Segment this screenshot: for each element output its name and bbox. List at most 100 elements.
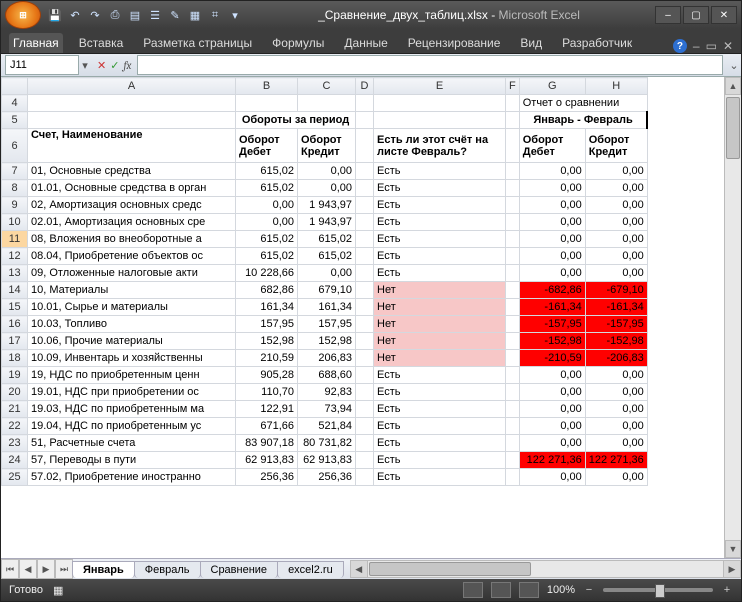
cell[interactable]: 206,83 <box>298 350 356 367</box>
cell[interactable]: 615,02 <box>236 163 298 180</box>
cell[interactable]: 09, Отложенные налоговые акти <box>28 265 236 282</box>
cell[interactable]: 73,94 <box>298 401 356 418</box>
cell[interactable]: 0,00 <box>519 435 585 452</box>
grid[interactable]: A B C D E F G H 4 Отчет о сравнении 5 Об… <box>1 77 648 486</box>
mdi-minimize-icon[interactable]: – <box>693 39 700 53</box>
cell[interactable]: Нет <box>374 316 506 333</box>
fx-icon[interactable]: fx <box>123 59 131 72</box>
cell[interactable]: 83 907,18 <box>236 435 298 452</box>
cell[interactable]: 0,00 <box>519 248 585 265</box>
cell[interactable]: 0,00 <box>585 163 647 180</box>
cell[interactable] <box>356 163 374 180</box>
row-header[interactable]: 7 <box>2 163 28 180</box>
cell[interactable]: Есть <box>374 469 506 486</box>
cell[interactable]: -157,95 <box>585 316 647 333</box>
cell[interactable]: 157,95 <box>298 316 356 333</box>
col-header[interactable]: B <box>236 78 298 95</box>
cell[interactable]: 0,00 <box>519 418 585 435</box>
cell[interactable]: Оборот Дебет <box>236 129 298 163</box>
name-box[interactable]: J11 <box>5 55 79 75</box>
cell[interactable]: 0,00 <box>519 180 585 197</box>
cell[interactable] <box>356 401 374 418</box>
zoom-out-icon[interactable]: − <box>583 584 595 596</box>
cell[interactable]: 0,00 <box>519 163 585 180</box>
cell[interactable]: 0,00 <box>585 214 647 231</box>
cell[interactable]: 51, Расчетные счета <box>28 435 236 452</box>
ribbon-tab[interactable]: Формулы <box>268 33 328 53</box>
qat-icon[interactable]: ✎ <box>167 7 183 23</box>
row-header[interactable]: 20 <box>2 384 28 401</box>
cell[interactable]: 57, Переводы в пути <box>28 452 236 469</box>
next-sheet-icon[interactable]: ▶ <box>37 559 55 579</box>
vertical-scrollbar[interactable]: ▲ ▼ <box>724 77 741 558</box>
cell[interactable]: 02, Амортизация основных средс <box>28 197 236 214</box>
save-icon[interactable]: 💾 <box>47 7 63 23</box>
redo-icon[interactable]: ↷ <box>87 7 103 23</box>
cell[interactable]: 682,86 <box>236 282 298 299</box>
cell[interactable] <box>506 231 520 248</box>
cell[interactable]: 679,10 <box>298 282 356 299</box>
row-header[interactable]: 24 <box>2 452 28 469</box>
cell[interactable] <box>356 316 374 333</box>
cell[interactable] <box>356 367 374 384</box>
cell[interactable]: 01.01, Основные средства в орган <box>28 180 236 197</box>
cell[interactable]: 0,00 <box>585 435 647 452</box>
close-button[interactable]: ✕ <box>711 6 737 24</box>
cell[interactable]: 161,34 <box>298 299 356 316</box>
cell[interactable] <box>356 299 374 316</box>
row-header[interactable]: 4 <box>2 95 28 112</box>
office-button[interactable]: ⊞ <box>5 1 41 29</box>
zoom-level[interactable]: 100% <box>547 584 575 596</box>
cell[interactable]: 161,34 <box>236 299 298 316</box>
col-header[interactable]: F <box>506 78 520 95</box>
cell[interactable] <box>506 197 520 214</box>
mdi-restore-icon[interactable]: ▭ <box>706 39 717 53</box>
cell[interactable]: Нет <box>374 333 506 350</box>
cell[interactable]: 0,00 <box>585 197 647 214</box>
cell[interactable]: 1 943,97 <box>298 197 356 214</box>
row-header[interactable]: 11 <box>2 231 28 248</box>
qat-more-icon[interactable]: ▾ <box>227 7 243 23</box>
row-header[interactable]: 21 <box>2 401 28 418</box>
cell[interactable]: 0,00 <box>519 197 585 214</box>
cell[interactable]: 521,84 <box>298 418 356 435</box>
row-header[interactable]: 17 <box>2 333 28 350</box>
cell[interactable]: 122 271,36 <box>519 452 585 469</box>
cell[interactable]: 10 228,66 <box>236 265 298 282</box>
col-header[interactable]: E <box>374 78 506 95</box>
cell[interactable]: Есть <box>374 163 506 180</box>
cell[interactable]: Есть <box>374 452 506 469</box>
cell[interactable]: 62 913,83 <box>236 452 298 469</box>
cell[interactable]: 01, Основные средства <box>28 163 236 180</box>
cell[interactable]: Есть ли этот счёт на листе Февраль? <box>374 129 506 163</box>
cell[interactable]: 10.01, Сырье и материалы <box>28 299 236 316</box>
formula-input[interactable] <box>137 55 723 75</box>
minimize-button[interactable]: – <box>655 6 681 24</box>
cell[interactable] <box>506 418 520 435</box>
cell[interactable]: 10, Материалы <box>28 282 236 299</box>
cell[interactable]: 110,70 <box>236 384 298 401</box>
cell[interactable]: 0,00 <box>519 231 585 248</box>
cell[interactable] <box>356 350 374 367</box>
zoom-slider[interactable] <box>603 588 713 592</box>
cell[interactable]: 152,98 <box>236 333 298 350</box>
cell[interactable]: Нет <box>374 282 506 299</box>
cell[interactable]: Есть <box>374 435 506 452</box>
cell[interactable]: 0,00 <box>298 265 356 282</box>
row-header[interactable]: 9 <box>2 197 28 214</box>
col-header[interactable]: D <box>356 78 374 95</box>
cell[interactable]: 02.01, Амортизация основных сре <box>28 214 236 231</box>
cell[interactable]: 0,00 <box>585 367 647 384</box>
ribbon-tab[interactable]: Вид <box>516 33 546 53</box>
cell[interactable]: 0,00 <box>585 180 647 197</box>
cell[interactable]: Январь - Февраль <box>519 112 647 129</box>
cell[interactable]: 62 913,83 <box>298 452 356 469</box>
cell[interactable]: 0,00 <box>519 367 585 384</box>
ribbon-tab[interactable]: Разработчик <box>558 33 636 53</box>
cell[interactable]: 0,00 <box>585 469 647 486</box>
cell[interactable]: Оборот Кредит <box>585 129 647 163</box>
row-header[interactable]: 6 <box>2 129 28 163</box>
scroll-down-icon[interactable]: ▼ <box>725 540 741 558</box>
cell[interactable] <box>506 435 520 452</box>
cell[interactable]: 08.04, Приобретение объектов ос <box>28 248 236 265</box>
